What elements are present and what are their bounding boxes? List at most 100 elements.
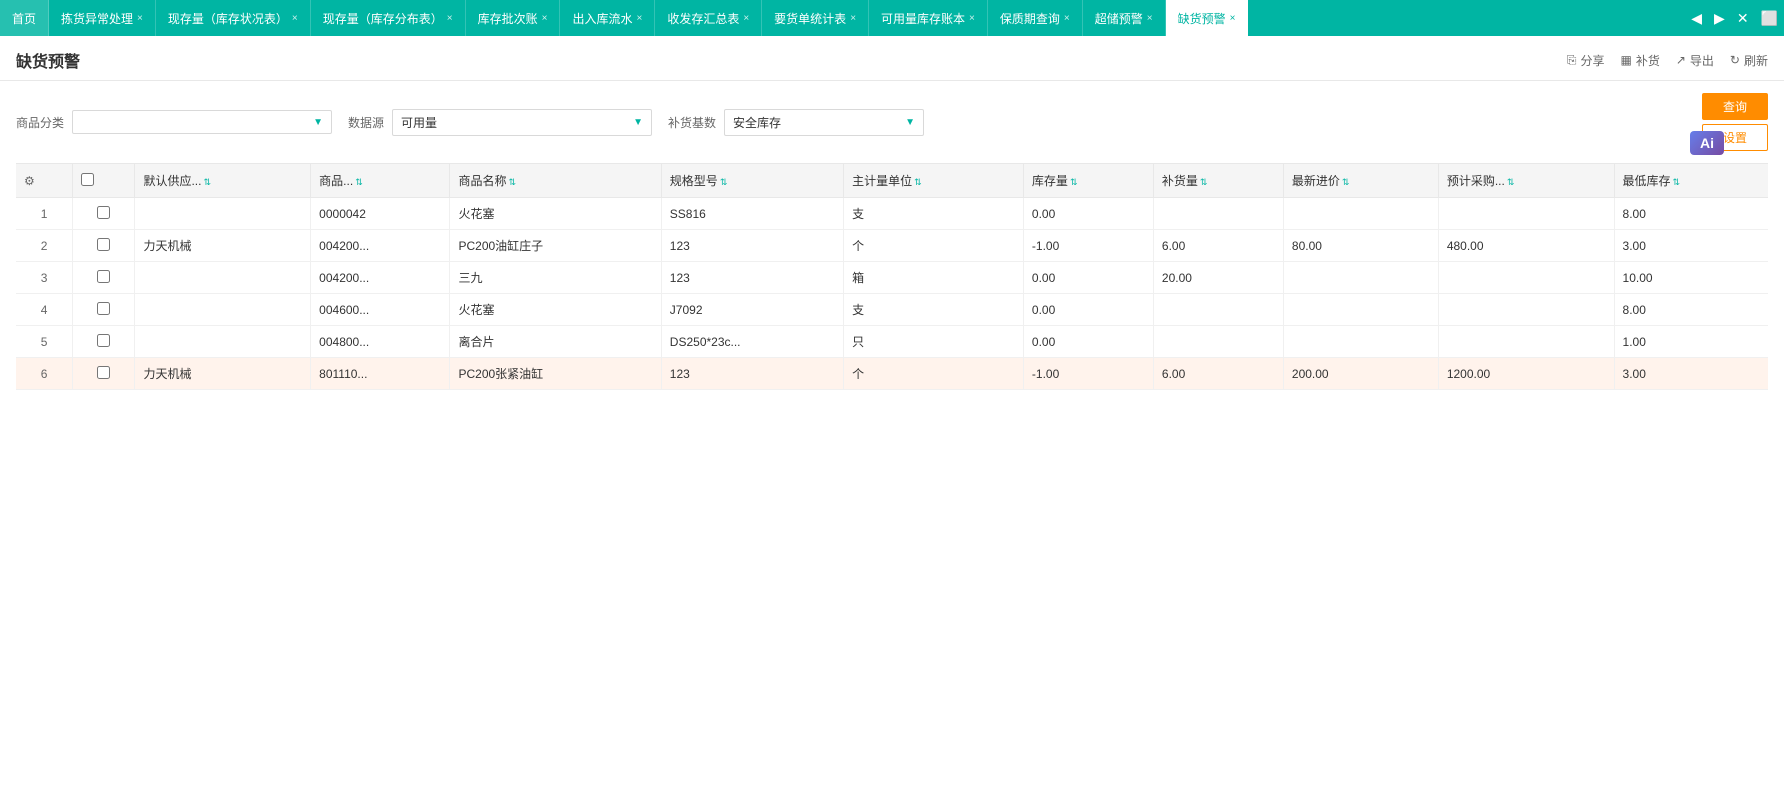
replenish-base-label: 补货基数 — [668, 114, 716, 131]
tab-expiry-query[interactable]: 保质期查询× — [988, 0, 1083, 36]
sort-icon-product_name: ⇅ — [509, 177, 517, 187]
refresh-button[interactable]: ↻ 刷新 — [1730, 52, 1768, 69]
col-header-min_stock[interactable]: 最低库存⇅ — [1614, 164, 1768, 198]
col-header-stock[interactable]: 库存量⇅ — [1023, 164, 1153, 198]
tab-label-inventory-dist: 现存量（库存分布表） — [323, 10, 443, 27]
row-checkbox[interactable] — [97, 302, 110, 315]
prev-tab-arrow[interactable]: ◀ — [1685, 10, 1708, 27]
tab-inventory-dist[interactable]: 现存量（库存分布表） × — [311, 0, 466, 36]
cell-supplier: 力天机械 — [135, 358, 311, 390]
tab-close-defect-handling[interactable]: × — [137, 13, 143, 24]
sort-icon-product_code: ⇅ — [355, 177, 363, 187]
row-checkbox[interactable] — [97, 334, 110, 347]
cell-product-code: 004600... — [311, 294, 450, 326]
tab-close-demand-stats[interactable]: × — [850, 13, 856, 24]
sort-icon-replenish_qty: ⇅ — [1200, 177, 1208, 187]
datasource-select[interactable]: 可用量 ▼ — [392, 109, 652, 136]
page-header: 缺货预警 ⎘ 分享 ▦ 补货 ↗ 导出 ↻ 刷新 — [0, 36, 1784, 81]
table-row: 2力天机械004200...PC200油缸庄子123个-1.006.0080.0… — [16, 230, 1768, 262]
tab-label-inventory-status: 现存量（库存状况表） — [168, 10, 288, 27]
tab-label-defect-handling: 拣货异常处理 — [61, 10, 133, 27]
row-checkbox[interactable] — [97, 238, 110, 251]
cell-row-num: 6 — [16, 358, 73, 390]
share-button[interactable]: ⎘ 分享 — [1567, 52, 1605, 69]
cell-est-purchase: 480.00 — [1438, 230, 1614, 262]
cell-checkbox[interactable] — [73, 198, 135, 230]
select-all-checkbox[interactable] — [81, 173, 94, 186]
tab-in-out-flow[interactable]: 出入库流水× — [560, 0, 655, 36]
cell-est-purchase: 1200.00 — [1438, 358, 1614, 390]
header-actions: ⎘ 分享 ▦ 补货 ↗ 导出 ↻ 刷新 — [1567, 52, 1768, 69]
table-row: 6力天机械801110...PC200张紧油缸123个-1.006.00200.… — [16, 358, 1768, 390]
next-tab-arrow[interactable]: ▶ — [1708, 10, 1731, 27]
maximize-button[interactable]: ⬜ — [1755, 10, 1784, 27]
col-header-product_name[interactable]: 商品名称⇅ — [450, 164, 661, 198]
replenish-icon: ▦ — [1620, 53, 1631, 67]
tab-receive-summary[interactable]: 收发存汇总表 × — [655, 0, 762, 36]
col-header-product_code[interactable]: 商品...⇅ — [311, 164, 450, 198]
replenish-button[interactable]: ▦ 补货 — [1620, 52, 1659, 69]
cell-replenish-qty — [1153, 326, 1283, 358]
tab-inventory-status[interactable]: 现存量（库存状况表） × — [156, 0, 311, 36]
datasource-filter-group: 数据源 可用量 ▼ — [348, 109, 652, 136]
row-checkbox[interactable] — [97, 206, 110, 219]
cell-supplier: 力天机械 — [135, 230, 311, 262]
replenish-base-select[interactable]: 安全库存 ▼ — [724, 109, 924, 136]
cell-row-num: 3 — [16, 262, 73, 294]
tab-label-overstock: 超储预警 — [1095, 10, 1143, 27]
datasource-value: 可用量 — [401, 114, 437, 131]
cell-checkbox[interactable] — [73, 230, 135, 262]
ai-badge[interactable]: Ai — [1690, 131, 1724, 155]
cell-spec: J7092 — [661, 294, 843, 326]
row-checkbox[interactable] — [97, 270, 110, 283]
tab-close-batch-account[interactable]: × — [542, 13, 548, 24]
export-button[interactable]: ↗ 导出 — [1676, 52, 1714, 69]
cell-product-name: 三九 — [450, 262, 661, 294]
cell-supplier — [135, 326, 311, 358]
col-header-spec[interactable]: 规格型号⇅ — [661, 164, 843, 198]
tab-close-expiry-query[interactable]: × — [1064, 13, 1070, 24]
query-button[interactable]: 查询 — [1702, 93, 1768, 120]
cell-unit: 箱 — [844, 262, 1024, 294]
cell-row-num: 4 — [16, 294, 73, 326]
tab-batch-account[interactable]: 库存批次账× — [466, 0, 561, 36]
cell-spec: SS816 — [661, 198, 843, 230]
data-table-container: ⚙默认供应...⇅商品...⇅商品名称⇅规格型号⇅主计量单位⇅库存量⇅补货量⇅最… — [0, 163, 1784, 390]
col-header-latest_price[interactable]: 最新进价⇅ — [1283, 164, 1438, 198]
cell-latest-price — [1283, 294, 1438, 326]
tab-demand-stats[interactable]: 要货单统计表× — [762, 0, 869, 36]
category-label: 商品分类 — [16, 114, 64, 131]
cell-checkbox[interactable] — [73, 358, 135, 390]
cell-supplier — [135, 198, 311, 230]
category-select[interactable]: ▼ — [72, 110, 332, 134]
gear-icon[interactable]: ⚙ — [24, 174, 35, 188]
tab-overstock[interactable]: 超储预警 × — [1083, 0, 1166, 36]
tab-close-in-out-flow[interactable]: × — [636, 13, 642, 24]
cell-min-stock: 8.00 — [1614, 294, 1768, 326]
col-header-unit[interactable]: 主计量单位⇅ — [844, 164, 1024, 198]
tab-close-shortage[interactable]: × — [1230, 13, 1236, 24]
tab-available-ledger[interactable]: 可用量库存账本× — [869, 0, 988, 36]
sort-icon-min_stock: ⇅ — [1673, 177, 1681, 187]
tab-close-inventory-dist[interactable]: × — [447, 13, 453, 24]
cell-checkbox[interactable] — [73, 294, 135, 326]
tab-close-inventory-status[interactable]: × — [292, 13, 298, 24]
tab-shortage[interactable]: 缺货预警× — [1166, 0, 1249, 36]
cell-replenish-qty: 6.00 — [1153, 358, 1283, 390]
tab-defect-handling[interactable]: 拣货异常处理 × — [49, 0, 156, 36]
cell-min-stock: 8.00 — [1614, 198, 1768, 230]
tab-close-available-ledger[interactable]: × — [969, 13, 975, 24]
col-header-replenish_qty[interactable]: 补货量⇅ — [1153, 164, 1283, 198]
tab-label-receive-summary: 收发存汇总表 — [667, 10, 739, 27]
cell-unit: 个 — [844, 230, 1024, 262]
tab-close-receive-summary[interactable]: × — [743, 13, 749, 24]
tab-home[interactable]: 首页 — [0, 0, 49, 36]
col-header-est_purchase[interactable]: 预计采购...⇅ — [1438, 164, 1614, 198]
close-tab-button[interactable]: ✕ — [1731, 10, 1755, 27]
tab-close-overstock[interactable]: × — [1147, 13, 1153, 24]
row-checkbox[interactable] — [97, 366, 110, 379]
cell-product-name: 离合片 — [450, 326, 661, 358]
col-header-default_supplier[interactable]: 默认供应...⇅ — [135, 164, 311, 198]
cell-checkbox[interactable] — [73, 262, 135, 294]
cell-checkbox[interactable] — [73, 326, 135, 358]
